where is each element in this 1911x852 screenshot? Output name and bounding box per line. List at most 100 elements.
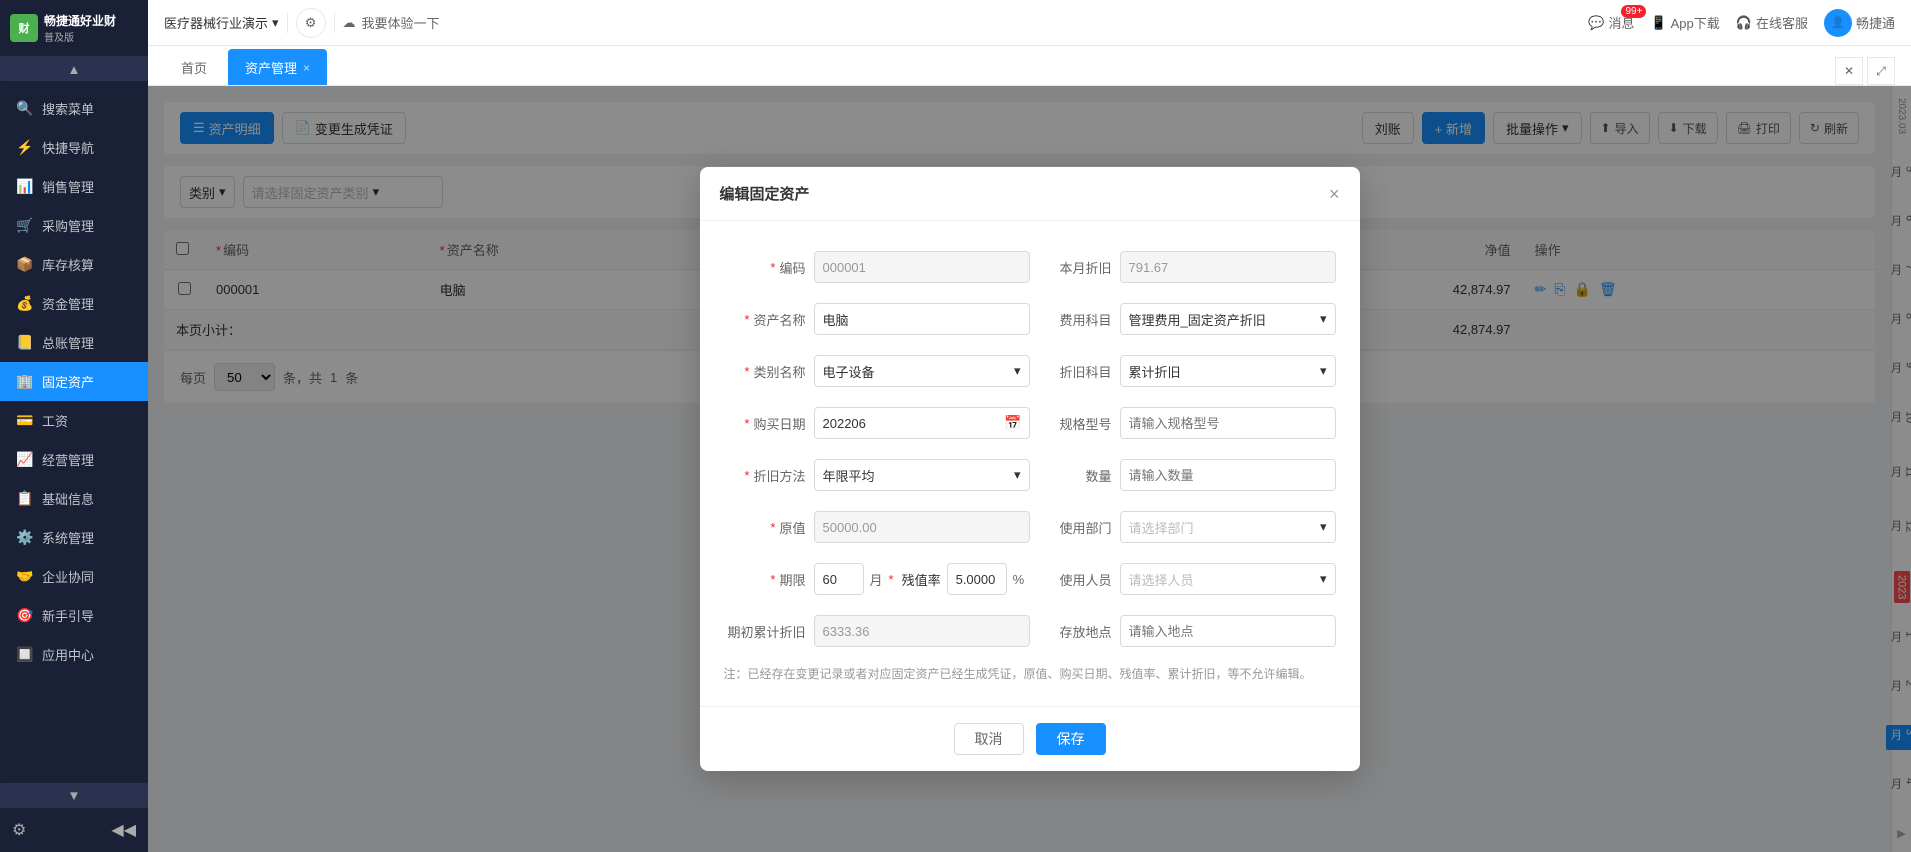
form-item-dep-method: * 折旧方法 年限平均 ▾ (724, 449, 1030, 501)
purchase-date-input[interactable] (814, 407, 1030, 439)
quantity-label: 数量 (1030, 466, 1120, 485)
form-item-monthly-dep: 本月折旧 (1030, 241, 1336, 293)
company-dropdown-icon: ▾ (272, 15, 279, 31)
purchase-icon: 🛒 (16, 217, 34, 235)
user-menu[interactable]: 👤 畅捷通 (1824, 9, 1895, 37)
dep-method-select[interactable]: 年限平均 ▾ (814, 459, 1030, 491)
calendar-icon[interactable]: 📅 (1004, 415, 1021, 432)
assignee-label: 使用人员 (1030, 570, 1120, 589)
quantity-input[interactable] (1120, 459, 1336, 491)
department-label: 使用部门 (1030, 518, 1120, 537)
dep-subject-label: 折旧科目 (1030, 362, 1120, 381)
tabs-bar: 首页 资产管理 × ✕ ⤢ (148, 46, 1911, 86)
tab-close-button[interactable]: × (303, 61, 310, 75)
sidebar-item-inventory[interactable]: 📦 库存核算 (0, 245, 148, 284)
maximize-tab-button[interactable]: ⤢ (1867, 57, 1895, 85)
sidebar-item-fixed-assets[interactable]: 🏢 固定资产 (0, 362, 148, 401)
asset-name-input[interactable] (814, 303, 1030, 335)
spec-input[interactable] (1120, 407, 1336, 439)
sidebar-item-enterprise[interactable]: 🤝 企业协同 (0, 557, 148, 596)
operations-icon: 📈 (16, 451, 34, 469)
form-item-asset-name: * 资产名称 (724, 293, 1030, 345)
tab-asset-mgmt[interactable]: 资产管理 × (228, 49, 327, 85)
app-download-button[interactable]: 📱 App下载 (1650, 13, 1719, 32)
online-service-button[interactable]: 🎧 在线客服 (1736, 13, 1808, 32)
topbar-right: 💬 消息 99+ 📱 App下载 🎧 在线客服 👤 畅捷通 (1588, 9, 1895, 37)
sidebar-item-funds[interactable]: 💰 资金管理 (0, 284, 148, 323)
notification-button[interactable]: 💬 消息 99+ (1588, 13, 1634, 32)
expense-dropdown-icon: ▾ (1320, 311, 1327, 327)
form-item-code: * 编码 (724, 241, 1030, 293)
storage-input[interactable] (1120, 615, 1336, 647)
collapse-icon[interactable]: ◀◀ (111, 820, 136, 840)
purchase-date-label: * 购买日期 (724, 414, 814, 433)
expense-subject-label: 费用科目 (1030, 310, 1120, 329)
initial-dep-input (814, 615, 1030, 647)
cancel-button[interactable]: 取消 (954, 723, 1024, 755)
code-input[interactable] (814, 251, 1030, 283)
payroll-icon: 💳 (16, 412, 34, 430)
experience-button[interactable]: ☁ 我要体验一下 (343, 13, 440, 32)
dep-subject-select[interactable]: 累计折旧 ▾ (1120, 355, 1336, 387)
sidebar-item-basics[interactable]: 📋 基础信息 (0, 479, 148, 518)
scroll-down-button[interactable]: ▼ (0, 783, 148, 807)
modal-header: 编辑固定资产 × (700, 167, 1360, 221)
service-icon: 🎧 (1736, 15, 1752, 31)
spec-label: 规格型号 (1030, 414, 1120, 433)
sidebar-item-quick-nav[interactable]: ⚡ 快捷导航 (0, 128, 148, 167)
sidebar-item-sales[interactable]: 📊 销售管理 (0, 167, 148, 206)
save-button[interactable]: 保存 (1036, 723, 1106, 755)
sidebar-item-app-center[interactable]: 🔲 应用中心 (0, 635, 148, 674)
sales-icon: 📊 (16, 178, 34, 196)
company-selector[interactable]: 医疗器械行业演示 ▾ (164, 13, 279, 32)
modal-body: * 编码 本月折旧 (700, 221, 1360, 706)
expense-subject-select[interactable]: 管理费用_固定资产折旧 ▾ (1120, 303, 1336, 335)
sidebar-item-ledger[interactable]: 📒 总账管理 (0, 323, 148, 362)
basics-icon: 📋 (16, 490, 34, 508)
dep-method-dropdown-icon: ▾ (1014, 467, 1021, 483)
modal-close-button[interactable]: × (1329, 185, 1340, 203)
sidebar-item-search[interactable]: 🔍 搜索菜单 (0, 89, 148, 128)
original-value-input[interactable] (814, 511, 1030, 543)
guide-icon: 🎯 (16, 607, 34, 625)
department-select[interactable]: 请选择部门 ▾ (1120, 511, 1336, 543)
dep-dropdown-icon: ▾ (1320, 363, 1327, 379)
sidebar: 财 畅捷通好业财 普及版 ▲ 🔍 搜索菜单 ⚡ 快捷导航 📊 销售管理 (0, 0, 148, 852)
original-value-label: * 原值 (724, 518, 814, 537)
sidebar-nav: 🔍 搜索菜单 ⚡ 快捷导航 📊 销售管理 🛒 采购管理 📦 库存核算 💰 (0, 81, 148, 783)
notification-badge: 99+ (1621, 5, 1646, 18)
sidebar-item-system[interactable]: ⚙️ 系统管理 (0, 518, 148, 557)
sidebar-item-purchase[interactable]: 🛒 采购管理 (0, 206, 148, 245)
system-icon: ⚙️ (16, 529, 34, 547)
residual-rate-input[interactable] (947, 563, 1007, 595)
settings-icon[interactable]: ⚙ (12, 820, 26, 840)
sidebar-item-payroll[interactable]: 💳 工资 (0, 401, 148, 440)
storage-label: 存放地点 (1030, 622, 1120, 641)
form-item-period: * 期限 月 * 残值率 % (724, 553, 1030, 605)
period-input[interactable] (814, 563, 864, 595)
sidebar-item-guide[interactable]: 🎯 新手引导 (0, 596, 148, 635)
sidebar-item-operations[interactable]: 📈 经营管理 (0, 440, 148, 479)
assignee-select[interactable]: 请选择人员 ▾ (1120, 563, 1336, 595)
asset-name-label: * 资产名称 (724, 310, 814, 329)
download-icon: 📱 (1650, 15, 1666, 31)
period-unit: 月 (870, 570, 883, 589)
close-tab-button[interactable]: ✕ (1835, 57, 1863, 85)
purchase-date-wrap: 📅 (814, 407, 1030, 439)
tab-home[interactable]: 首页 (164, 49, 224, 85)
company-settings-button[interactable]: ⚙ (296, 8, 326, 38)
category-select[interactable]: 电子设备 ▾ (814, 355, 1030, 387)
dep-method-label: * 折旧方法 (724, 466, 814, 485)
inventory-icon: 📦 (16, 256, 34, 274)
form-grid: * 编码 本月折旧 (724, 241, 1336, 657)
sidebar-footer: ⚙ ◀◀ (0, 807, 148, 852)
form-item-storage: 存放地点 (1030, 605, 1336, 657)
form-item-expense-subject: 费用科目 管理费用_固定资产折旧 ▾ (1030, 293, 1336, 345)
modal-overlay: 编辑固定资产 × * 编码 (148, 86, 1911, 852)
scroll-up-button[interactable]: ▲ (0, 57, 148, 81)
enterprise-icon: 🤝 (16, 568, 34, 586)
fixed-assets-icon: 🏢 (16, 373, 34, 391)
form-item-purchase-date: * 购买日期 📅 (724, 397, 1030, 449)
form-item-department: 使用部门 请选择部门 ▾ (1030, 501, 1336, 553)
form-item-spec: 规格型号 (1030, 397, 1336, 449)
